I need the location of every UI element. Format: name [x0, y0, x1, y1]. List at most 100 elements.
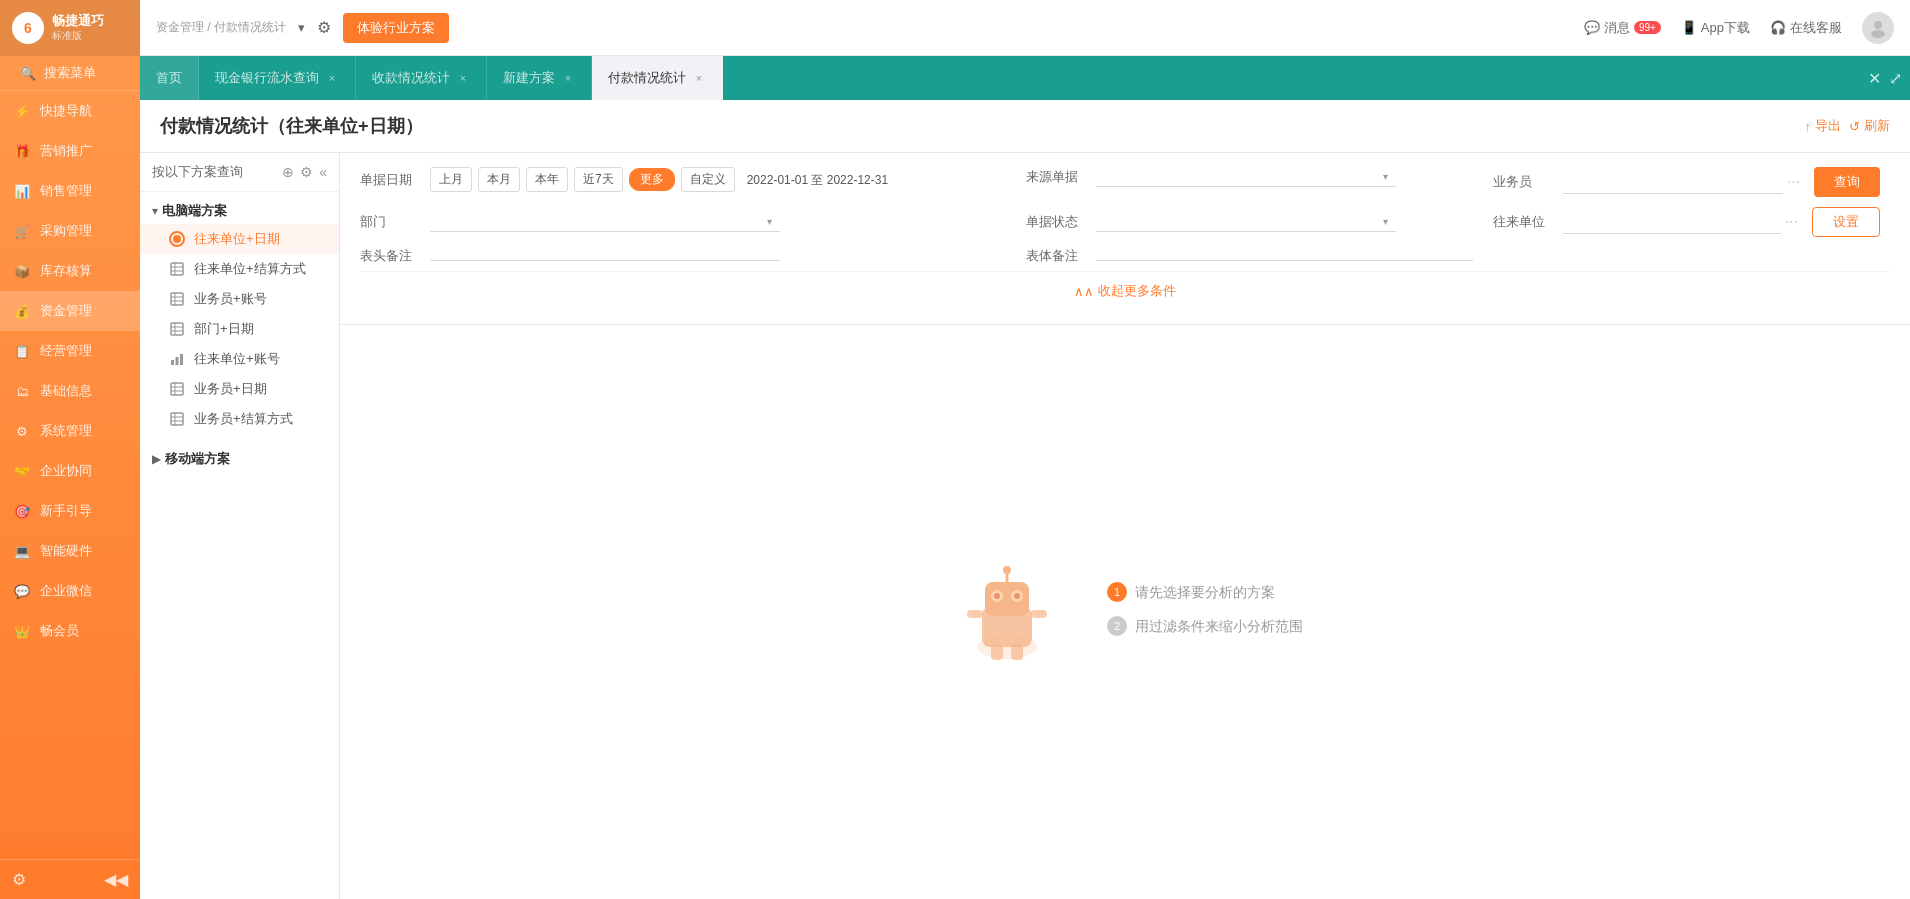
partner-label: 往来单位: [1493, 213, 1563, 231]
table-head-note-input[interactable]: [430, 252, 780, 261]
sidebar-item-sales[interactable]: 📊 销售管理: [0, 171, 140, 211]
pc-group-header[interactable]: ▾ 电脑端方案: [140, 198, 339, 224]
scheme-label: 往来单位+账号: [194, 350, 280, 368]
step2-number: 2: [1107, 616, 1127, 636]
partner-dots-icon[interactable]: ···: [1781, 213, 1802, 231]
custom-date-btn[interactable]: 自定义: [681, 167, 735, 192]
sidebar-item-guide[interactable]: 🎯 新手引导: [0, 491, 140, 531]
scheme-item-salesman-account[interactable]: 业务员+账号: [140, 284, 339, 314]
scheme-settings-icon[interactable]: ⚙: [300, 164, 313, 180]
svg-rect-16: [171, 360, 174, 365]
source-select[interactable]: ▾: [1096, 167, 1396, 187]
topbar-right: 💬 消息 99+ 📱 App下载 🎧 在线客服: [1584, 12, 1894, 44]
quick-nav-icon: ⚡: [12, 101, 32, 121]
scheme-label: 部门+日期: [194, 320, 254, 338]
tab-new-scheme[interactable]: 新建方案 ×: [487, 56, 592, 100]
query-button[interactable]: 查询: [1814, 167, 1880, 197]
sidebar-item-quick-nav[interactable]: ⚡ 快捷导航: [0, 91, 140, 131]
tab-close-icon[interactable]: ×: [561, 71, 575, 85]
tab-close-icon[interactable]: ×: [692, 71, 706, 85]
wechat-icon: 💬: [12, 581, 32, 601]
tab-cash[interactable]: 现金银行流水查询 ×: [199, 56, 356, 100]
sales-icon: 📊: [12, 181, 32, 201]
collapse-sidebar-icon[interactable]: ◀◀: [104, 870, 128, 889]
this-month-btn[interactable]: 本月: [478, 167, 520, 192]
last-7days-btn[interactable]: 近7天: [574, 167, 623, 192]
last-month-btn[interactable]: 上月: [430, 167, 472, 192]
sidebar-item-label: 智能硬件: [40, 542, 92, 560]
collab-icon: 🤝: [12, 461, 32, 481]
tab-home[interactable]: 首页: [140, 56, 199, 100]
scheme-item-dept-date[interactable]: 部门+日期: [140, 314, 339, 344]
app-name: 畅捷通巧: [52, 13, 104, 29]
table-body-note-input[interactable]: [1096, 252, 1473, 261]
table-body-note-label: 表体备注: [1026, 247, 1096, 265]
empty-illustration: [947, 552, 1067, 672]
refresh-label: 刷新: [1864, 117, 1890, 135]
svg-point-3: [173, 235, 181, 243]
pc-scheme-group: ▾ 电脑端方案 往来单位+日期 往来单位+结算方式: [140, 192, 339, 440]
tabbar: 首页 现金银行流水查询 × 收款情况统计 × 新建方案 × 付款情况统计 × ✕…: [140, 56, 1910, 100]
sidebar-item-wechat[interactable]: 💬 企业微信: [0, 571, 140, 611]
trial-button[interactable]: 体验行业方案: [343, 13, 449, 43]
salesman-input[interactable]: [1563, 170, 1783, 194]
message-badge: 99+: [1634, 21, 1661, 34]
empty-step-1: 1 请先选择要分析的方案: [1107, 578, 1303, 606]
system-icon: ⚙: [12, 421, 32, 441]
scheme-item-salesman-settlement[interactable]: 业务员+结算方式: [140, 404, 339, 434]
user-avatar[interactable]: [1862, 12, 1894, 44]
salesman-dots-icon[interactable]: ···: [1783, 173, 1804, 191]
sidebar-item-inventory[interactable]: 📦 库存核算: [0, 251, 140, 291]
status-select[interactable]: ▾: [1096, 212, 1396, 232]
purchase-icon: 🛒: [12, 221, 32, 241]
status-label: 单据状态: [1026, 213, 1096, 231]
scheme-item-salesman-date[interactable]: 业务员+日期: [140, 374, 339, 404]
tab-payment[interactable]: 付款情况统计 ×: [592, 56, 723, 100]
scheme-label: 业务员+账号: [194, 290, 267, 308]
topbar-settings-icon[interactable]: ⚙: [317, 18, 331, 37]
breadcrumb-dropdown[interactable]: ▾: [298, 20, 305, 35]
close-all-tabs-icon[interactable]: ✕: [1868, 69, 1881, 88]
settings-button[interactable]: 设置: [1812, 207, 1880, 237]
tab-close-icon[interactable]: ×: [325, 71, 339, 85]
salesman-label: 业务员: [1493, 173, 1563, 191]
sidebar-item-basic-info[interactable]: 🗂 基础信息: [0, 371, 140, 411]
this-year-btn[interactable]: 本年: [526, 167, 568, 192]
online-service-button[interactable]: 🎧 在线客服: [1770, 19, 1842, 37]
collapse-more-button[interactable]: ∧∧ 收起更多条件: [360, 271, 1890, 310]
search-menu-item[interactable]: 🔍 搜索菜单: [0, 56, 140, 91]
sidebar-item-finance[interactable]: 💰 资金管理: [0, 291, 140, 331]
mobile-group-header[interactable]: ▶ 移动端方案: [140, 446, 339, 472]
partner-input[interactable]: [1563, 210, 1781, 234]
svg-rect-23: [171, 413, 183, 425]
page-header-actions: ↑ 导出 ↺ 刷新: [1805, 117, 1891, 135]
collapse-panel-icon[interactable]: «: [319, 164, 327, 180]
more-date-btn[interactable]: 更多: [629, 168, 675, 191]
chevron-down-icon: ▾: [767, 216, 772, 227]
refresh-button[interactable]: ↺ 刷新: [1849, 117, 1890, 135]
sidebar-item-system[interactable]: ⚙ 系统管理: [0, 411, 140, 451]
sidebar-item-vip[interactable]: 👑 畅会员: [0, 611, 140, 651]
step1-text: 请先选择要分析的方案: [1135, 578, 1275, 606]
app-download-button[interactable]: 📱 App下载: [1681, 19, 1750, 37]
scheme-item-partner-account[interactable]: 往来单位+账号: [140, 344, 339, 374]
export-button[interactable]: ↑ 导出: [1805, 117, 1842, 135]
tab-receipt[interactable]: 收款情况统计 ×: [356, 56, 487, 100]
chevron-down-icon: ▾: [298, 20, 305, 35]
sidebar-item-marketing[interactable]: 🎁 营销推广: [0, 131, 140, 171]
svg-rect-37: [1031, 610, 1047, 618]
sidebar-item-collab[interactable]: 🤝 企业协同: [0, 451, 140, 491]
svg-rect-29: [985, 582, 1029, 616]
sidebar-item-hardware[interactable]: 💻 智能硬件: [0, 531, 140, 571]
tab-close-icon[interactable]: ×: [456, 71, 470, 85]
sidebar-item-purchase[interactable]: 🛒 采购管理: [0, 211, 140, 251]
scheme-item-partner-date[interactable]: 往来单位+日期: [140, 224, 339, 254]
sidebar-item-operation[interactable]: 📋 经营管理: [0, 331, 140, 371]
scheme-item-partner-settlement[interactable]: 往来单位+结算方式: [140, 254, 339, 284]
message-icon: 💬: [1584, 20, 1600, 35]
expand-tab-icon[interactable]: ⤢: [1889, 69, 1902, 88]
dept-select[interactable]: ▾: [430, 212, 780, 232]
message-button[interactable]: 💬 消息 99+: [1584, 19, 1661, 37]
add-scheme-button[interactable]: ⊕: [282, 164, 294, 180]
settings-bottom-icon[interactable]: ⚙: [12, 870, 26, 889]
